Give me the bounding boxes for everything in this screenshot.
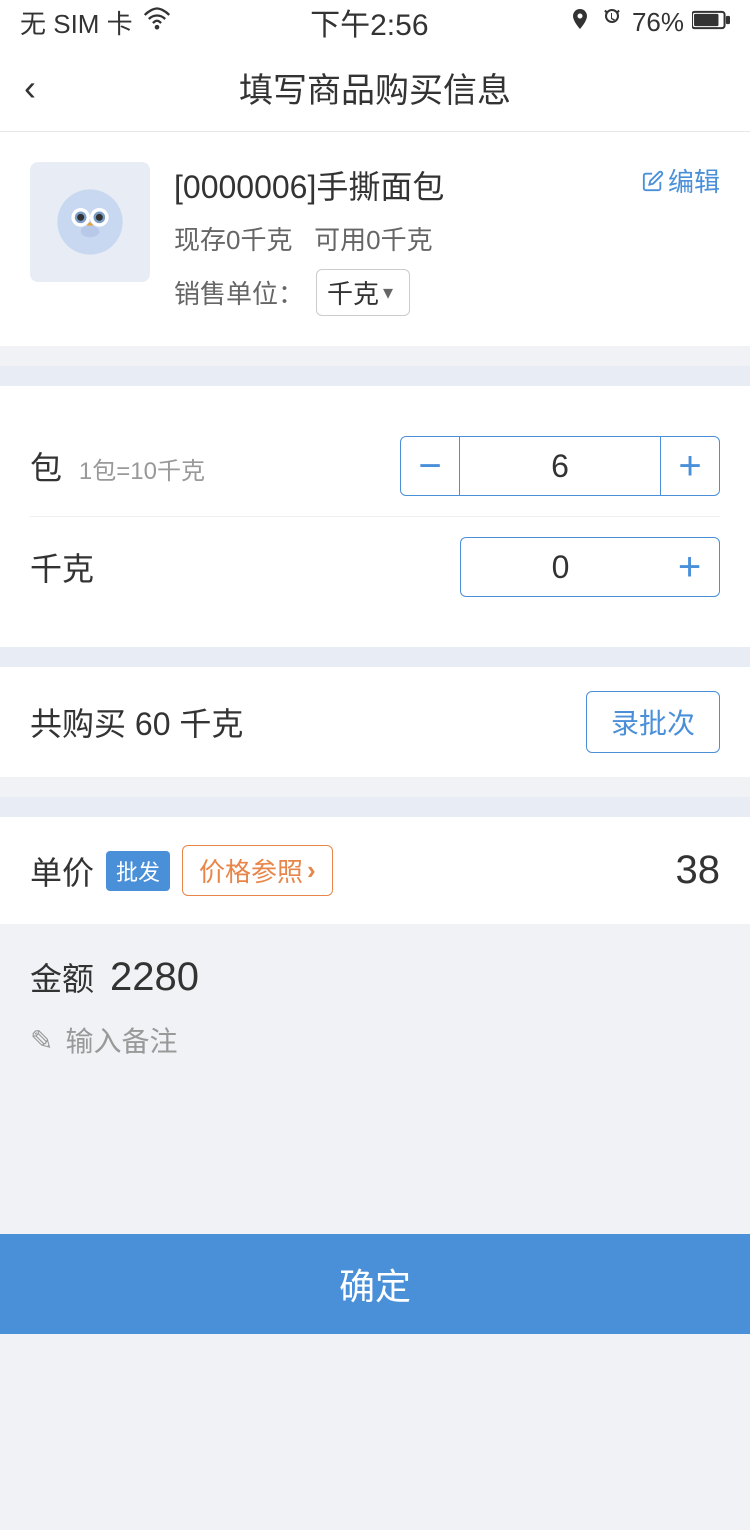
kg-quantity-control: + xyxy=(460,537,720,597)
confirm-button[interactable]: 确定 xyxy=(0,1234,750,1334)
price-batch-tag: 批发 xyxy=(106,851,170,891)
amount-row: 金额 2280 xyxy=(30,954,720,1000)
total-text: 共购买 60 千克 xyxy=(30,699,243,745)
total-section: 共购买 60 千克 录批次 xyxy=(0,667,750,777)
status-bar: 无 SIM 卡 下午2:56 xyxy=(0,0,750,44)
price-section: 单价 批发 价格参照 › 38 xyxy=(0,817,750,924)
product-image xyxy=(30,162,150,282)
dropdown-icon: ▾ xyxy=(383,280,393,305)
bag-quantity-input[interactable] xyxy=(460,436,660,496)
amount-label: 金额 xyxy=(30,954,94,1000)
kg-input-row: 千克 + xyxy=(30,517,720,617)
amount-value: 2280 xyxy=(110,955,199,1000)
edit-button[interactable]: 编辑 xyxy=(642,162,720,199)
separator-2 xyxy=(0,647,750,667)
kg-quantity-input[interactable] xyxy=(460,537,660,597)
price-label: 单价 xyxy=(30,848,94,894)
unit-select[interactable]: 千克 ▾ xyxy=(316,269,410,316)
battery-icon xyxy=(692,7,730,38)
note-row[interactable]: ✎ 输入备注 xyxy=(30,1020,720,1060)
note-label: 输入备注 xyxy=(65,1020,177,1060)
price-value: 38 xyxy=(676,848,721,893)
back-button[interactable]: ‹ xyxy=(24,67,36,109)
bag-label: 包 xyxy=(30,450,62,486)
pencil-icon: ✎ xyxy=(30,1024,53,1057)
nav-bar: ‹ 填写商品购买信息 xyxy=(0,44,750,132)
product-card: [0000006]手撕面包 编辑 现存0千克 可用0千克 销售单位： 千克 ▾ xyxy=(0,132,750,346)
product-info: [0000006]手撕面包 编辑 现存0千克 可用0千克 销售单位： 千克 ▾ xyxy=(174,162,720,316)
separator-1 xyxy=(0,366,750,386)
bag-input-row: 包 1包=10千克 − + xyxy=(30,416,720,517)
bag-quantity-control: − + xyxy=(400,436,720,496)
product-unit-row: 销售单位： 千克 ▾ xyxy=(174,269,720,316)
bag-label-group: 包 1包=10千克 xyxy=(30,443,205,489)
batch-button[interactable]: 录批次 xyxy=(586,691,720,753)
bag-increment-button[interactable]: + xyxy=(660,436,720,496)
chevron-right-icon: › xyxy=(307,855,316,886)
alarm-icon xyxy=(600,7,624,38)
kg-label: 千克 xyxy=(30,544,94,590)
bag-sub-label: 1包=10千克 xyxy=(79,458,205,485)
bag-decrement-button[interactable]: − xyxy=(400,436,460,496)
page-title: 填写商品购买信息 xyxy=(239,63,511,112)
status-right: 76% xyxy=(568,7,730,38)
kg-increment-button[interactable]: + xyxy=(660,537,720,597)
status-time: 下午2:56 xyxy=(310,0,428,44)
separator-3 xyxy=(0,797,750,817)
amount-section: 金额 2280 ✎ 输入备注 xyxy=(0,924,750,1080)
product-header: [0000006]手撕面包 编辑 xyxy=(174,162,720,208)
location-icon xyxy=(568,7,592,38)
price-label-row: 单价 批发 价格参照 › xyxy=(30,845,333,896)
input-section: 包 1包=10千克 − + 千克 + xyxy=(0,386,750,647)
status-left: 无 SIM 卡 xyxy=(20,4,171,41)
carrier-text: 无 SIM 卡 xyxy=(20,4,133,41)
wifi-icon xyxy=(143,5,171,40)
price-ref-button[interactable]: 价格参照 › xyxy=(182,845,333,896)
product-stock: 现存0千克 可用0千克 xyxy=(174,220,720,257)
product-name: [0000006]手撕面包 xyxy=(174,162,444,208)
battery-text: 76% xyxy=(632,7,684,38)
